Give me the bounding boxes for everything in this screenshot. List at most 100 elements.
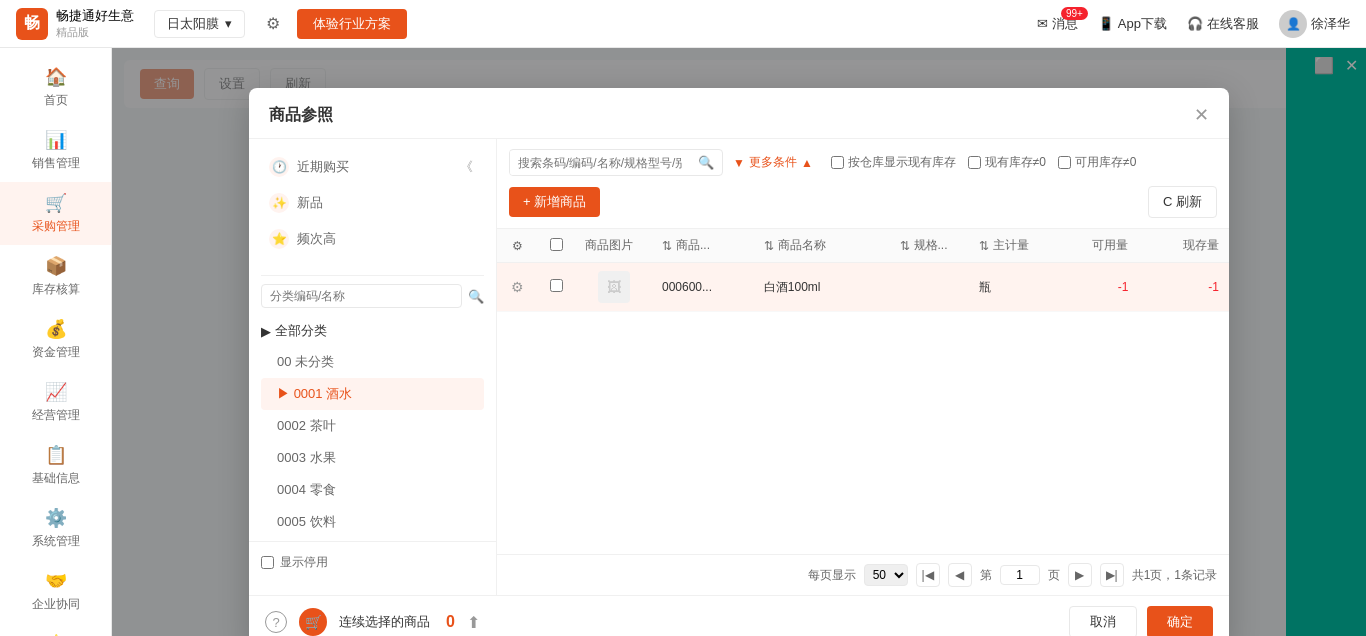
new-label: 新品 [297, 194, 323, 212]
chevron-down-icon: ▾ [225, 16, 232, 31]
product-search-button[interactable]: 🔍 [690, 150, 722, 175]
row-checkbox[interactable] [550, 279, 563, 292]
page-size-label: 每页显示 [808, 567, 856, 584]
system-icon: ⚙️ [45, 507, 67, 529]
td-img: 🖼 [575, 263, 652, 312]
category-tea[interactable]: 0002 茶叶 [261, 410, 484, 442]
refresh-button[interactable]: C 刷新 [1148, 186, 1217, 218]
check-available-label[interactable]: 可用库存≠0 [1058, 154, 1136, 171]
category-search-input[interactable] [261, 284, 462, 308]
expand-arrow-icon: ▶ [261, 324, 271, 339]
th-unit-sortable[interactable]: ⇅ 主计量 [979, 237, 1038, 254]
mobile-icon: 📱 [1098, 16, 1114, 31]
category-beverages[interactable]: 0005 饮料 [261, 506, 484, 538]
sidebar-item-enterprise[interactable]: 🤝 企业协同 [0, 560, 111, 623]
user-avatar[interactable]: 👤 徐泽华 [1279, 10, 1350, 38]
sales-icon: 📊 [45, 129, 67, 151]
modal-footer: ? 🛒 连续选择的商品 0 ⬆ 取消 确定 [249, 595, 1229, 636]
sidebar-item-home[interactable]: 🏠 首页 [0, 56, 111, 119]
th-code: ⇅ 商品... [652, 229, 754, 263]
collapse-button[interactable]: 《 [456, 157, 476, 177]
check-available-text: 可用库存≠0 [1075, 154, 1136, 171]
category-search-icon[interactable]: 🔍 [468, 289, 484, 304]
sidebar-item-system[interactable]: ⚙️ 系统管理 [0, 497, 111, 560]
category-liquor[interactable]: ▶ 0001 酒水 [261, 378, 484, 410]
th-code-sortable[interactable]: ⇅ 商品... [662, 237, 744, 254]
app-label: App下载 [1118, 15, 1167, 33]
category-fruit[interactable]: 0003 水果 [261, 442, 484, 474]
cancel-button[interactable]: 取消 [1069, 606, 1137, 636]
help-icon[interactable]: ? [265, 611, 287, 633]
quick-link-recent[interactable]: 🕐 近期购买 《 [261, 151, 484, 183]
app-download-button[interactable]: 📱 App下载 [1098, 15, 1167, 33]
category-snacks[interactable]: 0004 零食 [261, 474, 484, 506]
logo-subtitle: 精品版 [56, 25, 134, 40]
last-page-button[interactable]: ▶| [1100, 563, 1124, 587]
page-number-input[interactable] [1000, 565, 1040, 585]
finance-icon: 💰 [45, 318, 67, 340]
business-icon: 📈 [45, 381, 67, 403]
check-nonzero-label[interactable]: 现有库存≠0 [968, 154, 1046, 171]
check-available[interactable] [1058, 156, 1071, 169]
th-stock-label: 现存量 [1183, 238, 1219, 252]
check-stock-label[interactable]: 按仓库显示现有库存 [831, 154, 956, 171]
cart-button[interactable]: 🛒 [299, 608, 327, 636]
sidebar-item-sales[interactable]: 📊 销售管理 [0, 119, 111, 182]
page-label: 第 [980, 567, 992, 584]
check-nonzero[interactable] [968, 156, 981, 169]
messages-button[interactable]: ✉ 消息 99 [1037, 15, 1078, 33]
check-stock-text: 按仓库显示现有库存 [848, 154, 956, 171]
collapse-arrow-icon[interactable]: ⬆ [467, 613, 480, 632]
modal-header: 商品参照 ✕ [249, 88, 1229, 139]
sidebar-item-inventory[interactable]: 📦 库存核算 [0, 245, 111, 308]
check-stock[interactable] [831, 156, 844, 169]
th-stock: 现存量 [1138, 229, 1229, 263]
avatar: 👤 [1279, 10, 1307, 38]
product-search-input[interactable] [510, 151, 690, 175]
category-list: ▶ 全部分类 00 未分类 ▶ 0001 酒水 0002 茶叶 0003 水果 … [249, 316, 496, 541]
th-img-sortable[interactable]: 商品图片 [585, 237, 642, 254]
first-page-button[interactable]: |◀ [916, 563, 940, 587]
sidebar-item-basic-info[interactable]: 📋 基础信息 [0, 434, 111, 497]
sidebar-item-finance[interactable]: 💰 资金管理 [0, 308, 111, 371]
product-reference-modal: 商品参照 ✕ 🕐 近期购买 《 [249, 88, 1229, 636]
all-categories[interactable]: ▶ 全部分类 [261, 316, 484, 346]
show-disabled-checkbox[interactable] [261, 556, 274, 569]
recent-icon: 🕐 [269, 157, 289, 177]
td-name: 白酒100ml [754, 263, 890, 312]
gear-icon[interactable]: ⚙ [512, 239, 523, 253]
product-available-qty: -1 [1118, 280, 1129, 294]
online-service-button[interactable]: 🎧 在线客服 [1187, 15, 1259, 33]
table-row[interactable]: ⚙ 🖼 [497, 263, 1229, 312]
trial-button[interactable]: 体验行业方案 [297, 9, 407, 39]
sidebar-item-business[interactable]: 📈 经营管理 [0, 371, 111, 434]
select-all-checkbox[interactable] [550, 238, 563, 251]
sidebar-label-finance: 资金管理 [32, 344, 80, 361]
logo-title: 畅捷通好生意 [56, 7, 134, 25]
sidebar-item-purchase[interactable]: 🛒 采购管理 [0, 182, 111, 245]
pagination: 每页显示 50 |◀ ◀ 第 页 ▶ ▶| 共1页，1条记录 [497, 554, 1229, 595]
sidebar-item-guide[interactable]: 🌟 新手引导 [0, 623, 111, 636]
footer-buttons: 取消 确定 [1069, 606, 1213, 636]
quick-link-frequent[interactable]: ⭐ 频次高 [261, 223, 484, 255]
add-product-button[interactable]: + 新增商品 [509, 187, 600, 217]
prev-page-button[interactable]: ◀ [948, 563, 972, 587]
row-gear-icon[interactable]: ⚙ [511, 279, 524, 295]
filter-more-button[interactable]: ▼ 更多条件 ▲ [733, 154, 813, 171]
sidebar: 🏠 首页 📊 销售管理 🛒 采购管理 📦 库存核算 💰 资金管理 📈 经营管理 … [0, 48, 112, 636]
company-selector[interactable]: 日太阳膜 ▾ [154, 10, 245, 38]
settings-icon[interactable]: ⚙ [257, 8, 289, 40]
avatar-icon: 👤 [1286, 17, 1301, 31]
cart-count: 0 [446, 613, 455, 631]
page-size-select[interactable]: 50 [864, 564, 908, 586]
category-uncategorized[interactable]: 00 未分类 [261, 346, 484, 378]
modal-close-button[interactable]: ✕ [1194, 104, 1209, 126]
th-name-sortable[interactable]: ⇅ 商品名称 [764, 237, 880, 254]
th-spec-sortable[interactable]: ⇅ 规格... [900, 237, 959, 254]
filter-label: 更多条件 [749, 154, 797, 171]
quick-links: 🕐 近期购买 《 ✨ 新品 ⭐ 频次高 [249, 151, 496, 267]
quick-link-new[interactable]: ✨ 新品 [261, 187, 484, 219]
confirm-button[interactable]: 确定 [1147, 606, 1213, 636]
next-page-button[interactable]: ▶ [1068, 563, 1092, 587]
th-check [538, 229, 575, 263]
